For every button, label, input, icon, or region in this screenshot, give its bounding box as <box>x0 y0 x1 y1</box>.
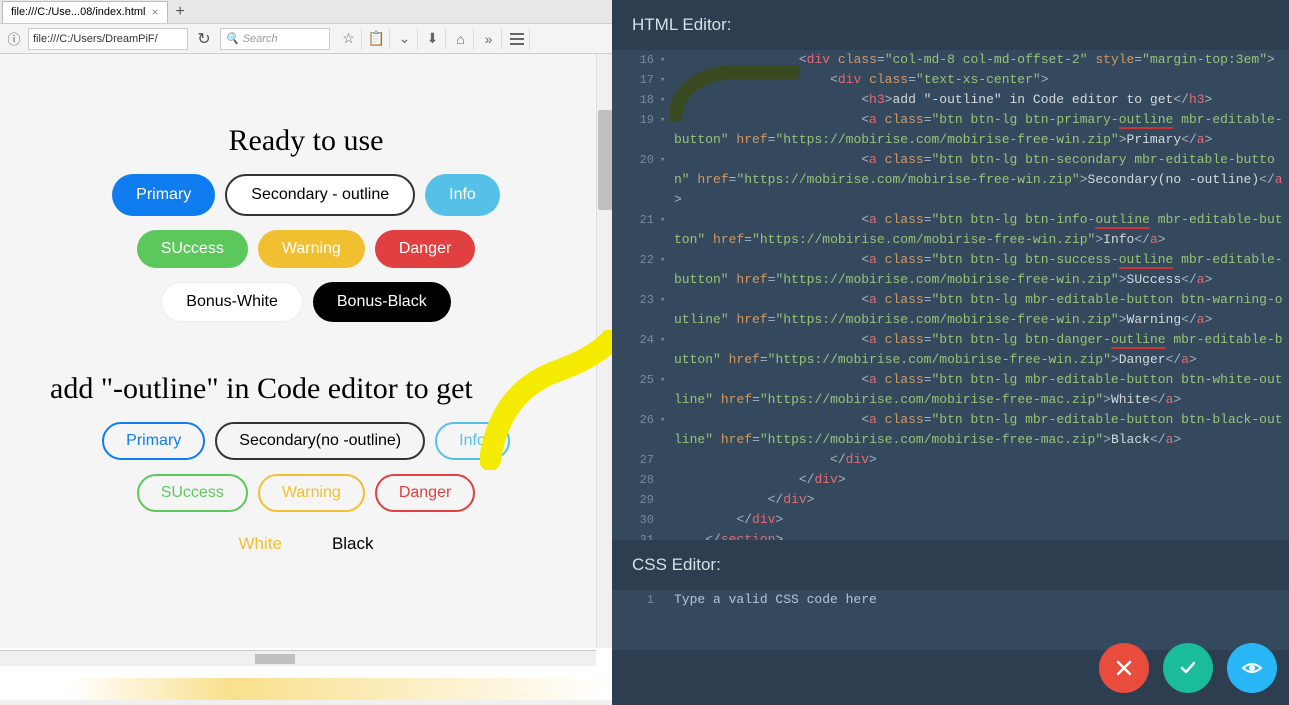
tab-close-icon[interactable]: × <box>152 5 159 19</box>
cancel-button[interactable] <box>1099 643 1149 693</box>
code-line[interactable]: 26▾ <a class="btn btn-lg mbr-editable-bu… <box>612 410 1289 450</box>
url-input[interactable]: file:///C:/Users/DreamPiF/ <box>28 28 188 50</box>
code-line[interactable]: 21▾ <a class="btn btn-lg btn-info-outlin… <box>612 210 1289 250</box>
primary-button[interactable]: Primary <box>112 174 215 216</box>
code-line[interactable]: 30 </div> <box>612 510 1289 530</box>
clipboard-icon[interactable]: 📋 <box>364 28 390 50</box>
scrollbar-thumb-h[interactable] <box>255 654 295 664</box>
code-line[interactable]: 29 </div> <box>612 490 1289 510</box>
confirm-button[interactable] <box>1163 643 1213 693</box>
eye-icon <box>1241 657 1263 679</box>
outline-row-2: SUccess Warning Danger <box>20 474 592 512</box>
black-text-button[interactable]: Black <box>312 526 394 562</box>
editor-pane: HTML Editor: 16▾ <div class="col-md-8 co… <box>612 0 1289 705</box>
success-outline-button[interactable]: SUccess <box>137 474 248 512</box>
solid-row-1: Primary Secondary - outline Info <box>20 174 592 216</box>
code-line[interactable]: 16▾ <div class="col-md-8 col-md-offset-2… <box>612 50 1289 70</box>
css-editor-header: CSS Editor: <box>612 540 1289 590</box>
hamburger-icon[interactable] <box>504 28 530 50</box>
home-icon[interactable]: ⌂ <box>448 28 474 50</box>
solid-row-2: SUccess Warning Danger <box>20 230 592 268</box>
success-button[interactable]: SUccess <box>137 230 248 268</box>
check-icon <box>1178 658 1198 678</box>
code-line[interactable]: 18▾ <h3>add "-outline" in Code editor to… <box>612 90 1289 110</box>
code-line[interactable]: 24▾ <a class="btn btn-lg btn-danger-outl… <box>612 330 1289 370</box>
info-outline-button[interactable]: Info <box>435 422 510 460</box>
heading-outline: add "-outline" in Code editor to get <box>20 372 592 406</box>
scrollbar-horizontal[interactable] <box>0 650 596 666</box>
code-line[interactable]: 20▾ <a class="btn btn-lg btn-secondary m… <box>612 150 1289 210</box>
outline-row-1: Primary Secondary(no -outline) Info <box>20 422 592 460</box>
close-icon <box>1115 659 1133 677</box>
pocket-icon[interactable]: ⌄ <box>392 28 418 50</box>
code-line[interactable]: 22▾ <a class="btn btn-lg btn-success-out… <box>612 250 1289 290</box>
secondary-outline-button[interactable]: Secondary - outline <box>225 174 415 216</box>
preview-button[interactable] <box>1227 643 1277 693</box>
code-line[interactable]: 27 </div> <box>612 450 1289 470</box>
secondary-no-outline-button[interactable]: Secondary(no -outline) <box>215 422 425 460</box>
browser-tab[interactable]: file:///C:/Use...08/index.html × <box>2 1 168 23</box>
page-content: Ready to use Primary Secondary - outline… <box>0 54 612 648</box>
scrollbar-thumb[interactable] <box>598 110 612 210</box>
css-code-area[interactable]: 1Type a valid CSS code here <box>612 590 1289 650</box>
warning-outline-button[interactable]: Warning <box>258 474 365 512</box>
new-tab-button[interactable]: + <box>168 3 193 21</box>
danger-button[interactable]: Danger <box>375 230 475 268</box>
heading-ready: Ready to use <box>20 124 592 158</box>
warning-button[interactable]: Warning <box>258 230 365 268</box>
outline-row-3: White Black <box>20 526 592 562</box>
html-code-area[interactable]: 16▾ <div class="col-md-8 col-md-offset-2… <box>612 50 1289 540</box>
browser-pane: file:///C:/Use...08/index.html × + ⓘ fil… <box>0 0 612 700</box>
browser-tab-bar: file:///C:/Use...08/index.html × + <box>0 0 612 24</box>
overflow-icon[interactable]: » <box>476 28 502 50</box>
address-bar: ⓘ file:///C:/Users/DreamPiF/ ↻ 🔍 Search … <box>0 24 612 54</box>
search-input[interactable]: 🔍 Search <box>220 28 330 50</box>
scrollbar-vertical[interactable] <box>596 54 612 648</box>
bonus-white-button[interactable]: Bonus-White <box>161 282 303 322</box>
code-line[interactable]: 28 </div> <box>612 470 1289 490</box>
info-icon[interactable]: ⓘ <box>4 29 24 49</box>
page-footer-glow <box>70 678 610 700</box>
download-icon[interactable]: ⬇ <box>420 28 446 50</box>
code-line[interactable]: 19▾ <a class="btn btn-lg btn-primary-out… <box>612 110 1289 150</box>
code-line[interactable]: 31 </section> <box>612 530 1289 540</box>
bonus-black-button[interactable]: Bonus-Black <box>313 282 451 322</box>
reload-icon[interactable]: ↻ <box>192 29 216 49</box>
code-line[interactable]: 23▾ <a class="btn btn-lg mbr-editable-bu… <box>612 290 1289 330</box>
toolbar-icons: ☆ 📋 ⌄ ⬇ ⌂ » <box>336 28 530 50</box>
code-line[interactable]: 25▾ <a class="btn btn-lg mbr-editable-bu… <box>612 370 1289 410</box>
fab-row <box>1099 643 1277 693</box>
danger-outline-button[interactable]: Danger <box>375 474 475 512</box>
primary-outline-button[interactable]: Primary <box>102 422 205 460</box>
bookmark-icon[interactable]: ☆ <box>336 28 362 50</box>
code-line[interactable]: 17▾ <div class="text-xs-center"> <box>612 70 1289 90</box>
info-button[interactable]: Info <box>425 174 500 216</box>
white-text-button[interactable]: White <box>218 526 301 562</box>
html-editor-header: HTML Editor: <box>612 0 1289 50</box>
tab-title: file:///C:/Use...08/index.html <box>11 6 146 18</box>
solid-row-3: Bonus-White Bonus-Black <box>20 282 592 322</box>
search-icon: 🔍 <box>225 32 239 45</box>
